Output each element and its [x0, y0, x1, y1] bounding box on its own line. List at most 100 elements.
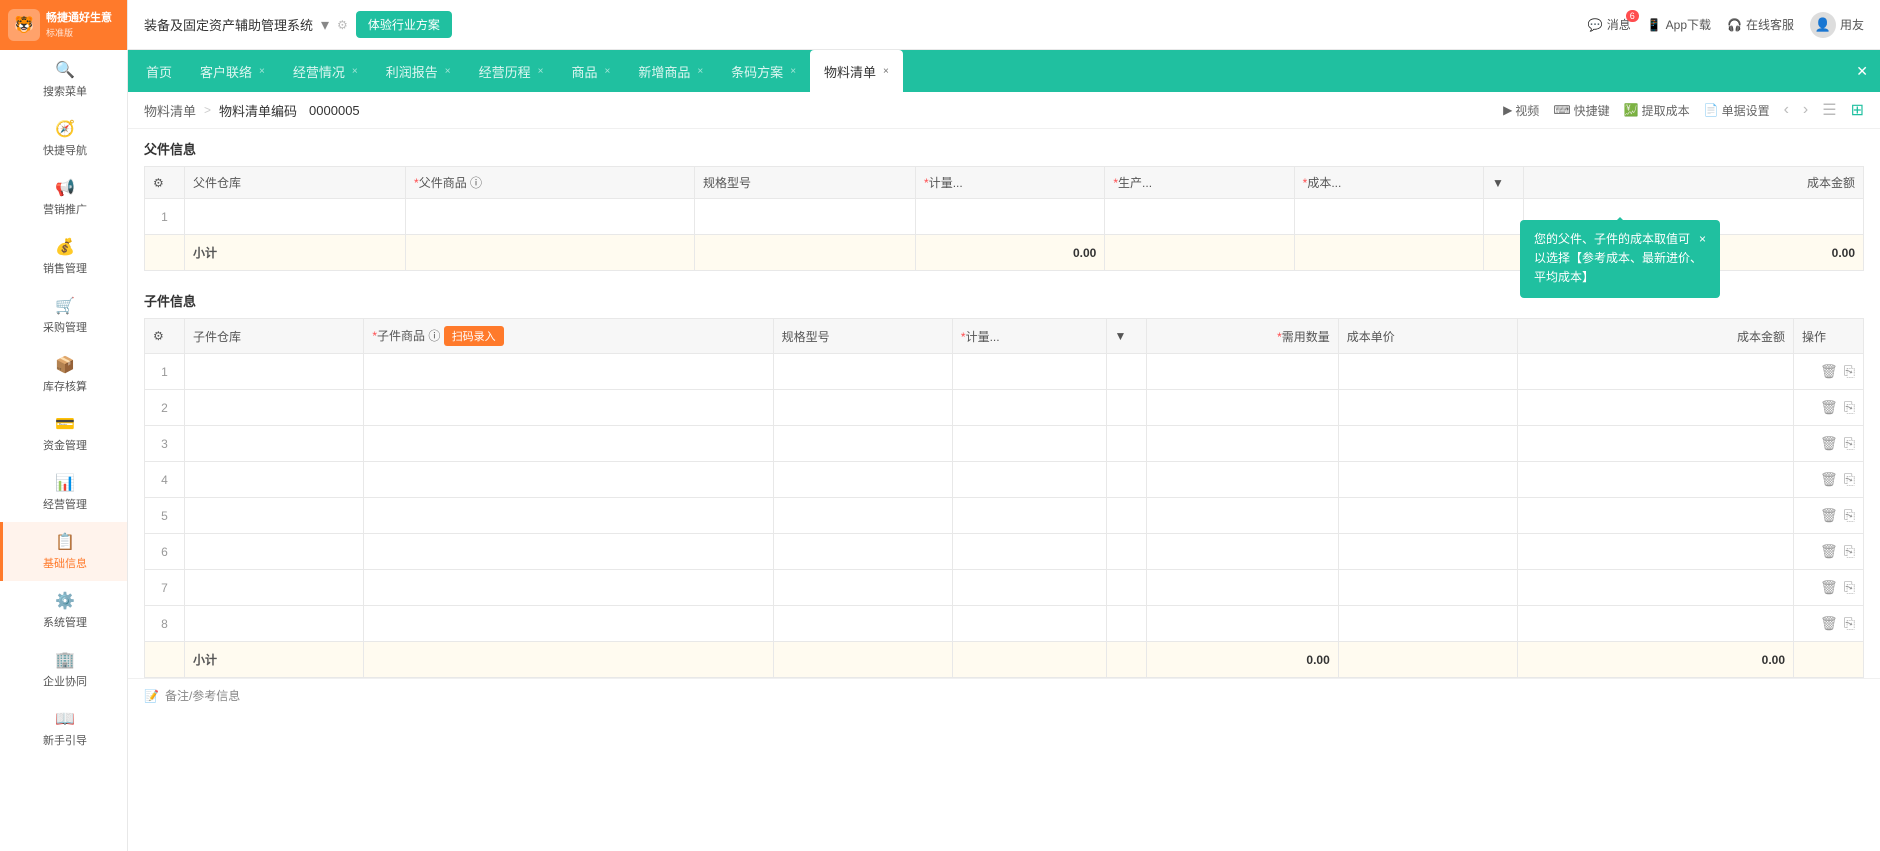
child-unit-cost-4[interactable] [1338, 462, 1517, 498]
sidebar-item-quicknav[interactable]: 🧭快捷导航 [0, 109, 127, 168]
nav-tab-home[interactable]: 首页 [132, 50, 186, 92]
tab-close-newproduct[interactable]: × [697, 66, 703, 77]
sidebar-item-inventory[interactable]: 📦库存核算 [0, 345, 127, 404]
child-warehouse-7[interactable] [185, 570, 364, 606]
child-unit-cost-3[interactable] [1338, 426, 1517, 462]
tab-close-bom[interactable]: × [883, 66, 889, 77]
sidebar-item-basic[interactable]: 📋基础信息 [0, 522, 127, 581]
sidebar-item-sales[interactable]: 💰销售管理 [0, 227, 127, 286]
messages-btn[interactable]: 💬 消息 6 [1588, 16, 1631, 33]
child-product-1[interactable] [364, 354, 773, 390]
nav-tab-customers[interactable]: 客户联络 × [186, 50, 279, 92]
child-qty-7[interactable] [1146, 570, 1338, 606]
delete-icon-2[interactable]: 🗑 [1820, 399, 1838, 416]
child-qty-4[interactable] [1146, 462, 1338, 498]
child-warehouse-6[interactable] [185, 534, 364, 570]
delete-icon-3[interactable]: 🗑 [1820, 435, 1838, 452]
child-qty-3[interactable] [1146, 426, 1338, 462]
child-unit-4[interactable] [952, 462, 1106, 498]
child-qty-2[interactable] [1146, 390, 1338, 426]
child-qty-8[interactable] [1146, 606, 1338, 642]
child-unit-5[interactable] [952, 498, 1106, 534]
tab-close-customers[interactable]: × [259, 66, 265, 77]
child-unit-6[interactable] [952, 534, 1106, 570]
child-unit-2[interactable] [952, 390, 1106, 426]
parent-product-cell[interactable] [406, 199, 695, 235]
child-unit-cost-7[interactable] [1338, 570, 1517, 606]
copy-icon-4[interactable]: ⎘ [1844, 471, 1855, 488]
tab-close-products[interactable]: × [604, 66, 610, 77]
child-warehouse-5[interactable] [185, 498, 364, 534]
child-warehouse-2[interactable] [185, 390, 364, 426]
single-settings-btn[interactable]: 📄 单据设置 [1704, 102, 1770, 119]
child-product-7[interactable] [364, 570, 773, 606]
sidebar-item-marketing[interactable]: 📢营销推广 [0, 168, 127, 227]
child-unit-cost-8[interactable] [1338, 606, 1517, 642]
child-unit-cost-5[interactable] [1338, 498, 1517, 534]
user-menu[interactable]: 👤 用友 [1810, 12, 1864, 38]
child-col-settings[interactable]: ⚙ [145, 319, 185, 354]
app-download-btn[interactable]: 📱 App下载 [1647, 16, 1711, 33]
nav-prev-btn[interactable]: ‹ [1784, 101, 1789, 119]
breadcrumb-parent[interactable]: 物料清单 [144, 101, 196, 120]
child-spec-7[interactable] [773, 570, 952, 606]
child-product-3[interactable] [364, 426, 773, 462]
child-unit-3[interactable] [952, 426, 1106, 462]
child-product-4[interactable] [364, 462, 773, 498]
copy-icon-1[interactable]: ⎘ [1844, 363, 1855, 380]
tab-close-bizhistory[interactable]: × [538, 66, 544, 77]
grid-view-btn[interactable]: ☰ [1822, 100, 1836, 120]
view-btn[interactable]: ▶ 视频 [1503, 102, 1539, 119]
list-view-btn[interactable]: ⊞ [1851, 100, 1864, 120]
parent-warehouse-cell[interactable] [185, 199, 406, 235]
delete-icon-5[interactable]: 🗑 [1820, 507, 1838, 524]
child-unit-cost-2[interactable] [1338, 390, 1517, 426]
shortcut-btn[interactable]: ⌨ 快捷键 [1553, 102, 1609, 119]
nav-tab-operations[interactable]: 经营情况 × [279, 50, 372, 92]
child-unit-1[interactable] [952, 354, 1106, 390]
sidebar-item-search[interactable]: 🔍搜索菜单 [0, 50, 127, 109]
tooltip-close-btn[interactable]: × [1699, 230, 1706, 249]
child-warehouse-4[interactable] [185, 462, 364, 498]
copy-icon-6[interactable]: ⎘ [1844, 543, 1855, 560]
nav-tab-newproduct[interactable]: 新增商品 × [624, 50, 717, 92]
child-product-8[interactable] [364, 606, 773, 642]
sidebar-item-finance[interactable]: 💳资金管理 [0, 404, 127, 463]
child-spec-4[interactable] [773, 462, 952, 498]
child-product-6[interactable] [364, 534, 773, 570]
nav-close-btn[interactable]: ✕ [1848, 63, 1876, 80]
child-qty-6[interactable] [1146, 534, 1338, 570]
child-spec-8[interactable] [773, 606, 952, 642]
delete-icon-6[interactable]: 🗑 [1820, 543, 1838, 560]
nav-tab-bom[interactable]: 物料清单 × [810, 50, 903, 92]
nav-tab-profit[interactable]: 利润报告 × [372, 50, 465, 92]
nav-next-btn[interactable]: › [1803, 101, 1808, 119]
copy-icon-8[interactable]: ⎘ [1844, 615, 1855, 632]
child-spec-6[interactable] [773, 534, 952, 570]
child-unit-cost-6[interactable] [1338, 534, 1517, 570]
nav-tab-barcode[interactable]: 条码方案 × [717, 50, 810, 92]
child-spec-3[interactable] [773, 426, 952, 462]
child-unit-cost-1[interactable] [1338, 354, 1517, 390]
child-spec-5[interactable] [773, 498, 952, 534]
copy-icon-5[interactable]: ⎘ [1844, 507, 1855, 524]
parent-unit-cell[interactable] [916, 199, 1105, 235]
copy-icon-7[interactable]: ⎘ [1844, 579, 1855, 596]
child-warehouse-1[interactable] [185, 354, 364, 390]
child-product-5[interactable] [364, 498, 773, 534]
nav-tab-products[interactable]: 商品 × [557, 50, 624, 92]
parent-col-settings[interactable]: ⚙ [145, 167, 185, 199]
parent-batch-cell[interactable] [1105, 199, 1294, 235]
copy-icon-3[interactable]: ⎘ [1844, 435, 1855, 452]
nav-tab-bizhistory[interactable]: 经营历程 × [465, 50, 558, 92]
extract-cost-btn[interactable]: 💹 提取成本 [1624, 102, 1690, 119]
delete-icon-8[interactable]: 🗑 [1820, 615, 1838, 632]
parent-cost-cell[interactable] [1294, 199, 1483, 235]
trial-btn[interactable]: 体验行业方案 [356, 11, 452, 38]
child-spec-2[interactable] [773, 390, 952, 426]
child-product-2[interactable] [364, 390, 773, 426]
delete-icon-4[interactable]: 🗑 [1820, 471, 1838, 488]
copy-icon-2[interactable]: ⎘ [1844, 399, 1855, 416]
tab-close-profit[interactable]: × [445, 66, 451, 77]
child-spec-1[interactable] [773, 354, 952, 390]
